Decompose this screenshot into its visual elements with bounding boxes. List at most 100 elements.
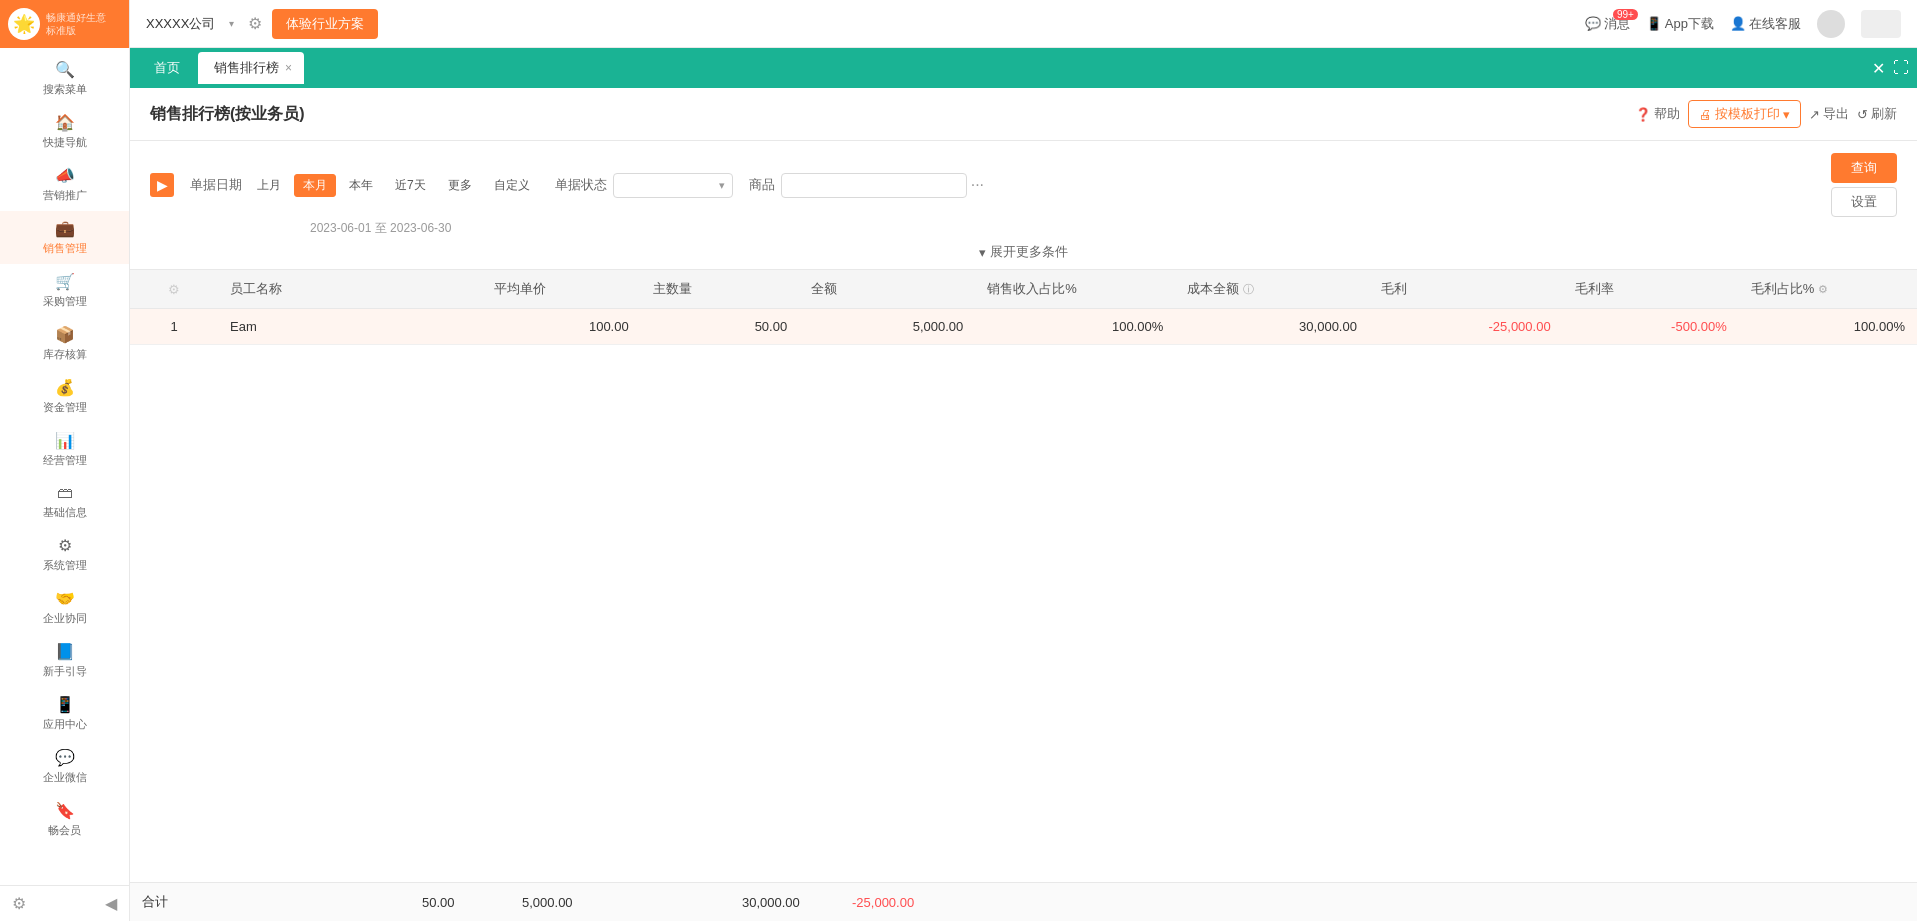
sidebar-item-快捷导航[interactable]: 🏠快捷导航 [0,105,129,158]
topbar-right: 💬 消息 99+ 📱 App下载 👤 在线客服 [1585,10,1901,38]
query-btn[interactable]: 查询 [1831,153,1897,183]
sidebar-item-畅会员[interactable]: 🔖畅会员 [0,793,129,846]
status-select[interactable] [613,173,733,198]
sidebar-item-新手引导[interactable]: 📘新手引导 [0,634,129,687]
app-download-btn[interactable]: 📱 App下载 [1646,15,1714,33]
sidebar-item-经营管理[interactable]: 📊经营管理 [0,423,129,476]
th-gross: 毛利 [1369,270,1563,309]
app-icon: 📱 [1646,16,1662,31]
status-filter: 单据状态 [555,173,733,198]
table-area: ⚙ 员工名称 平均单价 主数量 全额 销售收入占比% 成本全额 ⓘ 毛利 毛利率… [130,270,1917,882]
date-this-btn[interactable]: 本月 [294,174,336,197]
tab-sales-ranking[interactable]: 销售排行榜 × [198,52,304,84]
goods-filter: 商品 ··· [749,173,984,198]
gpct-info-icon: ⚙ [1818,283,1828,295]
date-filter: 单据日期 上月 本月 本年 近7天 更多 自定义 [190,174,539,197]
footer-label: 合计 [142,893,342,911]
avatar[interactable] [1817,10,1845,38]
td-amount: 5,000.00 [799,309,975,345]
filter-bar: ▶ 单据日期 上月 本月 本年 近7天 更多 自定义 单据状态 [130,141,1917,270]
th-avg: 平均单价 [482,270,640,309]
table-header-row: ⚙ 员工名称 平均单价 主数量 全额 销售收入占比% 成本全额 ⓘ 毛利 毛利率… [130,270,1917,309]
page-header: 销售排行榜(按业务员) ❓ 帮助 🖨 按模板打印 ▾ ↗ 导出 ↺ 刷新 [130,88,1917,141]
settings-gear-icon[interactable]: ⚙ [248,14,262,33]
goods-input-wrapper: ··· [781,173,984,198]
td-avg: 100.00 [482,309,640,345]
template-dropdown-icon: ▾ [1783,107,1790,122]
user-name-placeholder [1861,10,1901,38]
goods-input[interactable] [781,173,967,198]
sidebar-item-营销推广[interactable]: 📣营销推广 [0,158,129,211]
main-area: XXXXX公司 ▾ ⚙ 体验行业方案 💬 消息 99+ 📱 App下载 👤 在线… [130,0,1917,921]
sidebar-item-基础信息[interactable]: 🗃基础信息 [0,476,129,528]
message-icon: 💬 [1585,16,1601,31]
sidebar-item-企业微信[interactable]: 💬企业微信 [0,740,129,793]
help-icon: ❓ [1635,107,1651,122]
content-area: 销售排行榜(按业务员) ❓ 帮助 🖨 按模板打印 ▾ ↗ 导出 ↺ 刷新 [130,88,1917,921]
th-name: 员工名称 [218,270,482,309]
th-settings: ⚙ [130,270,218,309]
date-year-btn[interactable]: 本年 [340,174,382,197]
date-7-btn[interactable]: 近7天 [386,174,435,197]
tab-home[interactable]: 首页 [138,48,196,88]
date-prev-btn[interactable]: 上月 [248,174,290,197]
filter-row: ▶ 单据日期 上月 本月 本年 近7天 更多 自定义 单据状态 [150,153,1897,217]
footer-gross: -25,000.00 [852,895,962,910]
tabbar: 首页 销售排行榜 × ✕ ⛶ [130,48,1917,88]
goods-more-icon[interactable]: ··· [971,176,984,194]
settings-icon[interactable]: ⚙ [12,894,26,913]
topbar: XXXXX公司 ▾ ⚙ 体验行业方案 💬 消息 99+ 📱 App下载 👤 在线… [130,0,1917,48]
th-qty: 主数量 [641,270,799,309]
sidebar-logo: 🌟 畅康通好生意 标准版 [0,0,129,48]
td-name: Eam [218,309,482,345]
date-more-btn[interactable]: 更多 [439,174,481,197]
sidebar-item-库存核算[interactable]: 📦库存核算 [0,317,129,370]
expand-more-btn[interactable]: ▾ 展开更多条件 [150,243,1897,261]
column-settings-icon[interactable]: ⚙ [168,282,180,297]
refresh-icon: ↺ [1857,107,1868,122]
page-title: 销售排行榜(按业务员) [150,104,305,125]
table-footer: 合计 50.00 5,000.00 30,000.00 -25,000.00 [130,882,1917,921]
sidebar-item-应用中心[interactable]: 📱应用中心 [0,687,129,740]
company-selector[interactable]: XXXXX公司 [146,15,215,33]
date-custom-btn[interactable]: 自定义 [485,174,539,197]
logo-icon: 🌟 [8,8,40,40]
sidebar-item-企业协同[interactable]: 🤝企业协同 [0,581,129,634]
td-no: 1 [130,309,218,345]
sidebar-item-系统管理[interactable]: ⚙系统管理 [0,528,129,581]
help-btn[interactable]: ❓ 帮助 [1635,105,1680,123]
template-print-btn[interactable]: 🖨 按模板打印 ▾ [1688,100,1801,128]
refresh-btn[interactable]: ↺ 刷新 [1857,105,1897,123]
online-service-btn[interactable]: 👤 在线客服 [1730,15,1801,33]
tabbar-expand-icon[interactable]: ⛶ [1893,59,1909,78]
footer-qty: 50.00 [422,895,522,910]
sidebar-item-搜索菜单[interactable]: 🔍搜索菜单 [0,52,129,105]
logo-text: 畅康通好生意 标准版 [46,11,106,37]
settings-btn[interactable]: 设置 [1831,187,1897,217]
td-rate: -500.00% [1563,309,1739,345]
th-amount: 全额 [799,270,975,309]
th-sales-pct: 销售收入占比% [975,270,1175,309]
tab-close-icon[interactable]: × [285,61,292,75]
filter-toggle-btn[interactable]: ▶ [150,173,174,197]
goods-label: 商品 [749,176,775,194]
export-btn[interactable]: ↗ 导出 [1809,105,1849,123]
status-label: 单据状态 [555,176,607,194]
action-btns: 查询 设置 [1831,153,1897,217]
sidebar-nav: 🔍搜索菜单🏠快捷导航📣营销推广💼销售管理🛒采购管理📦库存核算💰资金管理📊经营管理… [0,48,129,885]
tabbar-close-icon[interactable]: ✕ [1872,59,1885,78]
status-select-wrapper [613,173,733,198]
sidebar-item-采购管理[interactable]: 🛒采购管理 [0,264,129,317]
export-icon: ↗ [1809,107,1820,122]
data-table: ⚙ 员工名称 平均单价 主数量 全额 销售收入占比% 成本全额 ⓘ 毛利 毛利率… [130,270,1917,345]
company-dropdown-arrow: ▾ [229,18,234,29]
collapse-icon[interactable]: ◀ [105,894,117,913]
message-btn[interactable]: 💬 消息 99+ [1585,15,1630,33]
cost-info-icon: ⓘ [1243,283,1254,295]
td-sales-pct: 100.00% [975,309,1175,345]
th-cost: 成本全额 ⓘ [1175,270,1369,309]
sidebar-item-销售管理[interactable]: 💼销售管理 [0,211,129,264]
trial-btn[interactable]: 体验行业方案 [272,9,378,39]
footer-cost: 30,000.00 [742,895,852,910]
sidebar-item-资金管理[interactable]: 💰资金管理 [0,370,129,423]
